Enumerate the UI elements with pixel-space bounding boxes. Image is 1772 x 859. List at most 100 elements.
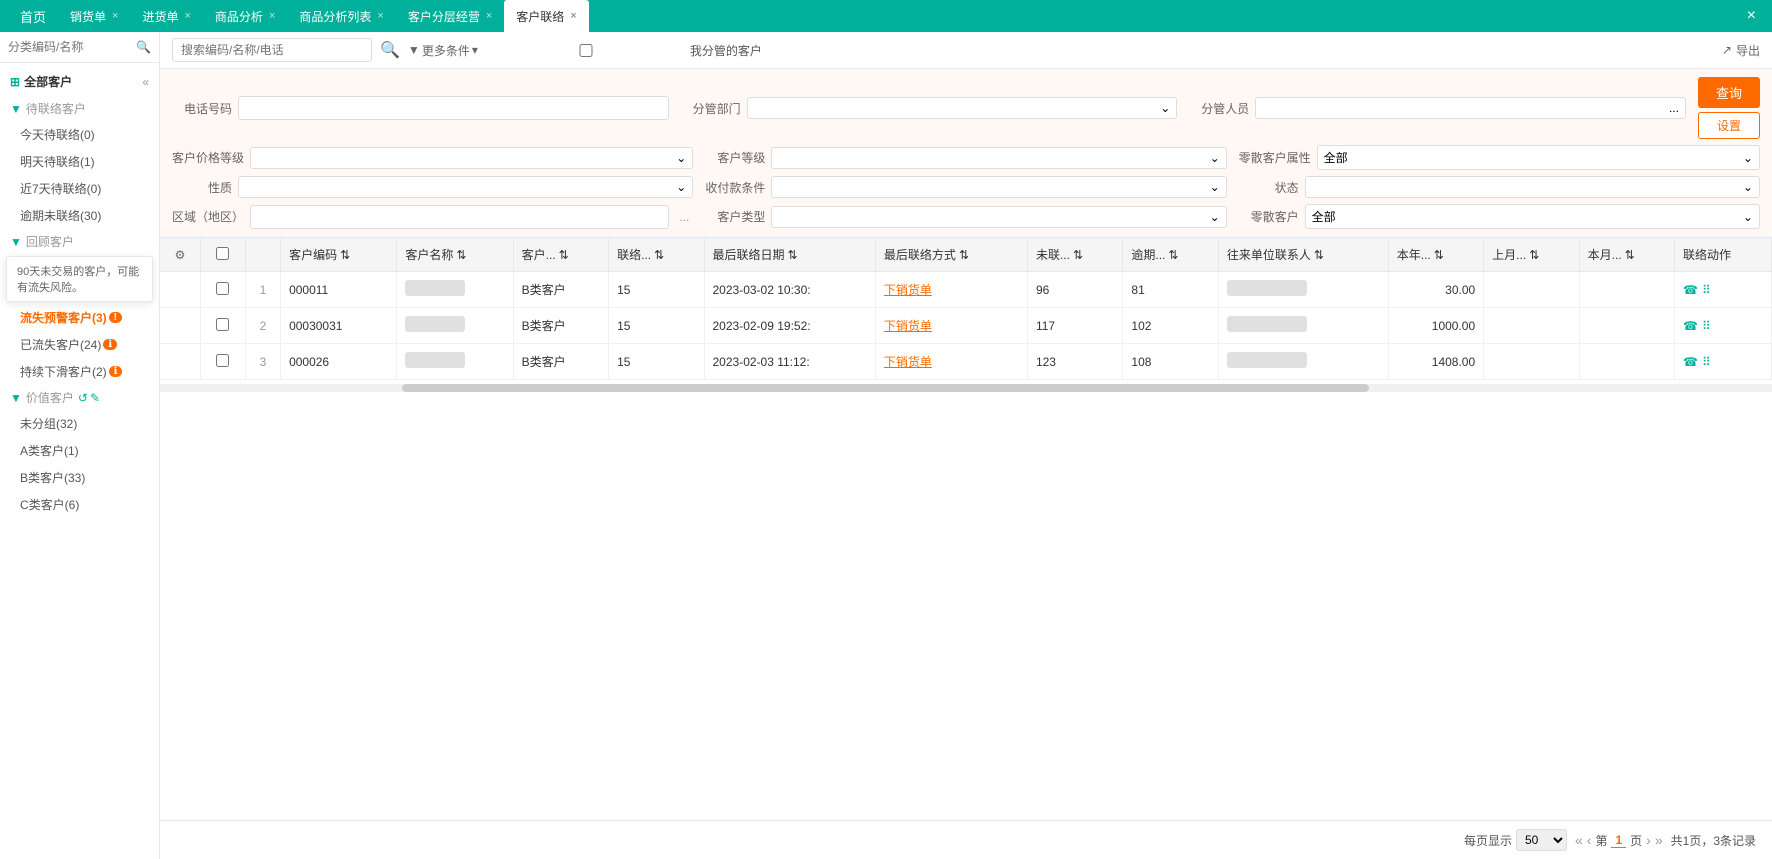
- contact-icon[interactable]: ☎: [1683, 355, 1698, 369]
- settings-button[interactable]: 设置: [1698, 112, 1760, 139]
- sidebar-item-churned[interactable]: 已流失客户(24) ℹ: [0, 331, 159, 358]
- sidebar-item-a-class[interactable]: A类客户(1): [0, 437, 159, 464]
- close-contact-icon[interactable]: ×: [570, 10, 576, 22]
- last-page-button[interactable]: »: [1655, 832, 1663, 848]
- sidebar-item-churn-warning[interactable]: 流失预警客户(3) !: [0, 304, 159, 331]
- table-checkbox-header[interactable]: [201, 238, 246, 272]
- tab-purchase[interactable]: 进货单 ×: [130, 0, 202, 32]
- status-select[interactable]: ⌄: [1305, 176, 1760, 198]
- region-input[interactable]: [250, 205, 669, 229]
- page-size-select[interactable]: 50 20 100: [1516, 829, 1567, 851]
- tab-customer-contact[interactable]: 客户联络 ×: [504, 0, 588, 32]
- next-page-button[interactable]: ›: [1646, 832, 1651, 848]
- contact-icon[interactable]: ☎: [1683, 319, 1698, 333]
- table-settings-header[interactable]: ⚙: [160, 238, 201, 272]
- filter-row-4: 区域（地区） ... 客户类型 ⌄ 零散客户 全部 ⌄: [172, 204, 1760, 229]
- sidebar-item-overdue-pending[interactable]: 逾期未联络(30): [0, 202, 159, 229]
- close-sales-icon[interactable]: ×: [112, 10, 118, 22]
- collapse-icon[interactable]: «: [142, 75, 149, 89]
- sidebar-item-today-pending[interactable]: 今天待联络(0): [0, 121, 159, 148]
- sidebar-search-input[interactable]: [8, 40, 134, 54]
- region-dots-btn[interactable]: ...: [675, 210, 693, 224]
- search-input[interactable]: [172, 38, 372, 62]
- col-index: [245, 238, 280, 272]
- row-checkbox[interactable]: [216, 354, 229, 367]
- more-icon[interactable]: ⠿: [1702, 355, 1711, 369]
- row-last-method[interactable]: 下销货单: [875, 308, 1027, 344]
- query-button[interactable]: 查询: [1698, 77, 1760, 108]
- col-not-contacted[interactable]: 未联...⇅: [1027, 238, 1122, 272]
- phone-input[interactable]: [238, 96, 669, 120]
- col-this-year[interactable]: 本年...⇅: [1388, 238, 1483, 272]
- col-name[interactable]: 客户名称⇅: [397, 238, 513, 272]
- filter-row-1: 电话号码 分管部门 ⌄ 分管人员 ...: [172, 77, 1760, 139]
- col-this-month[interactable]: 本月...⇅: [1579, 238, 1674, 272]
- contact-icon[interactable]: ☎: [1683, 283, 1698, 297]
- row-contact: 15: [609, 308, 704, 344]
- sidebar-all-customers[interactable]: ⊞ 全部客户 «: [0, 67, 159, 96]
- row-action-icon[interactable]: [160, 308, 201, 344]
- row-checkbox-cell[interactable]: [201, 272, 246, 308]
- sidebar-item-week-pending[interactable]: 近7天待联络(0): [0, 175, 159, 202]
- customer-level-select[interactable]: ⌄: [771, 147, 1226, 169]
- close-all-button[interactable]: ×: [1739, 7, 1764, 25]
- row-action-icon[interactable]: [160, 272, 201, 308]
- col-contact[interactable]: 联络...⇅: [609, 238, 704, 272]
- row-checkbox-cell[interactable]: [201, 308, 246, 344]
- dots-btn[interactable]: ...: [1669, 101, 1679, 115]
- tab-analysis-list[interactable]: 商品分析列表 ×: [287, 0, 395, 32]
- retail-attr-select[interactable]: 全部 ⌄: [1317, 145, 1760, 170]
- dept-select[interactable]: ⌄: [747, 97, 1178, 119]
- tab-sales[interactable]: 销货单 ×: [58, 0, 130, 32]
- row-last-method[interactable]: 下销货单: [875, 272, 1027, 308]
- sidebar-item-declining[interactable]: 持续下滑客户(2) ℹ: [0, 358, 159, 385]
- sidebar-item-tomorrow-pending[interactable]: 明天待联络(1): [0, 148, 159, 175]
- payment-select[interactable]: ⌄: [771, 176, 1226, 198]
- sort-icon2: ⇅: [456, 248, 466, 262]
- nature-select[interactable]: ⌄: [238, 176, 693, 198]
- tab-customer-tier[interactable]: 客户分层经营 ×: [396, 0, 504, 32]
- export-button[interactable]: ↗ 导出: [1722, 42, 1760, 59]
- price-level-select[interactable]: ⌄: [250, 147, 693, 169]
- prev-page-button[interactable]: ‹: [1587, 832, 1592, 848]
- sidebar-item-b-class[interactable]: B类客户(33): [0, 464, 159, 491]
- more-icon[interactable]: ⠿: [1702, 283, 1711, 297]
- total-records-info: 共1页，3条记录: [1671, 832, 1756, 849]
- more-conditions-button[interactable]: ▼ 更多条件 ▾: [408, 42, 478, 59]
- row-checkbox[interactable]: [216, 282, 229, 295]
- customer-type-select[interactable]: ⌄: [771, 206, 1226, 228]
- row-last-month: [1484, 344, 1579, 380]
- col-code[interactable]: 客户编码⇅: [281, 238, 397, 272]
- my-customers-checkbox[interactable]: 我分管的客户: [486, 42, 762, 59]
- row-checkbox-cell[interactable]: [201, 344, 246, 380]
- close-tier-icon[interactable]: ×: [486, 10, 492, 22]
- first-page-button[interactable]: «: [1575, 832, 1583, 848]
- sidebar-item-ungrouped[interactable]: 未分组(32): [0, 410, 159, 437]
- scrollbar-thumb[interactable]: [402, 384, 1369, 392]
- col-overdue[interactable]: 逾期...⇅: [1123, 238, 1218, 272]
- col-last-month[interactable]: 上月...⇅: [1484, 238, 1579, 272]
- select-all-checkbox[interactable]: [216, 247, 229, 260]
- content-area: 🔍 ▼ 更多条件 ▾ 我分管的客户 ↗ 导出 电话号码: [160, 32, 1772, 859]
- row-checkbox[interactable]: [216, 318, 229, 331]
- refresh-icon[interactable]: ↺: [78, 391, 88, 405]
- row-contact: 15: [609, 344, 704, 380]
- col-type[interactable]: 客户...⇅: [513, 238, 608, 272]
- col-last-method[interactable]: 最后联络方式⇅: [875, 238, 1027, 272]
- sidebar-item-c-class[interactable]: C类客户(6): [0, 491, 159, 518]
- col-unit-contact[interactable]: 往来单位联系人⇅: [1218, 238, 1388, 272]
- close-analysis-icon[interactable]: ×: [269, 10, 275, 22]
- person-select[interactable]: ...: [1255, 97, 1686, 119]
- search-button[interactable]: 🔍: [380, 40, 400, 60]
- more-icon[interactable]: ⠿: [1702, 319, 1711, 333]
- retail-customer-select[interactable]: 全部 ⌄: [1305, 204, 1760, 229]
- row-last-method[interactable]: 下销货单: [875, 344, 1027, 380]
- horizontal-scrollbar[interactable]: [160, 384, 1772, 392]
- tab-analysis[interactable]: 商品分析 ×: [203, 0, 287, 32]
- edit-icon[interactable]: ✎: [90, 391, 100, 405]
- home-tab[interactable]: 首页: [8, 0, 58, 32]
- close-purchase-icon[interactable]: ×: [184, 10, 190, 22]
- row-action-icon[interactable]: [160, 344, 201, 380]
- close-analysis-list-icon[interactable]: ×: [377, 10, 383, 22]
- col-last-date[interactable]: 最后联络日期⇅: [704, 238, 875, 272]
